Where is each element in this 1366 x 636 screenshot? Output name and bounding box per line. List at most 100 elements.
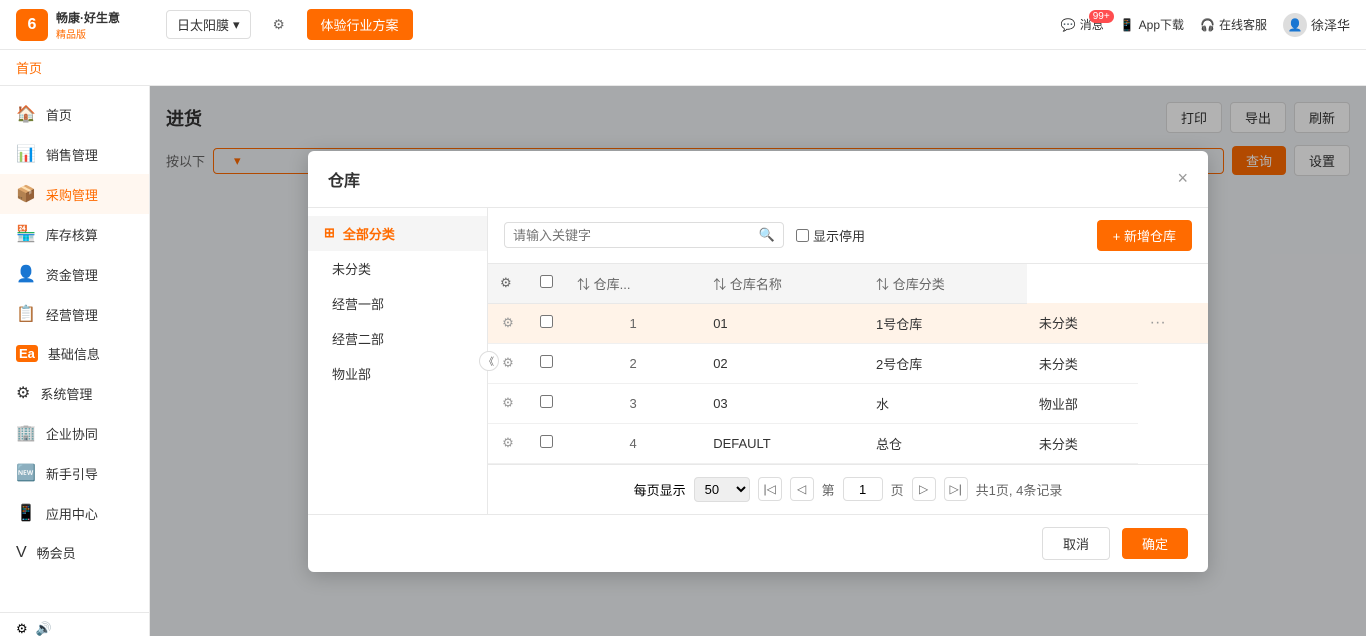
row-num: 1 [565,303,701,343]
page-label: 第 [822,480,835,499]
trial-button[interactable]: 体验行业方案 [307,9,413,40]
message-item[interactable]: 💬 消息 99+ [1061,16,1104,33]
col-checkbox [528,264,565,304]
pagination: 每页显示 50 100 |◁ ◁ 第 页 ▷ ▷| [488,464,1208,514]
dialog-overlay: 仓库 × ⊞ 全部分类 《 未分类 [150,86,1366,636]
settings-icon[interactable]: ⚙ [16,621,28,636]
sidebar-item-sales[interactable]: 📊 销售管理 [0,134,149,174]
table-row[interactable]: ⚙ 4 DEFAULT 总仓 未分类 [488,423,1208,463]
table-row[interactable]: ⚙ 2 02 2号仓库 未分类 [488,343,1208,383]
row-checkbox[interactable] [540,355,553,368]
store-selector[interactable]: 日太阳膜 ▾ [166,10,251,39]
show-disabled-label[interactable]: 显示停用 [796,226,865,245]
warehouse-dialog: 仓库 × ⊞ 全部分类 《 未分类 [308,151,1208,572]
sidebar-item-enterprise[interactable]: 🏢 企业协同 [0,413,149,453]
guide-icon: 🆕 [16,463,36,483]
dialog-body: ⊞ 全部分类 《 未分类 经营一部 经营二部 [308,208,1208,514]
home-icon: 🏠 [16,104,36,124]
table-row[interactable]: ⚙ 1 01 1号仓库 未分类 ··· [488,303,1208,343]
row-gear: ⚙ [488,423,528,463]
dialog-close-button[interactable]: × [1177,168,1188,189]
page-label2: 页 [891,480,904,499]
chevron-down-icon: ▾ [233,17,240,33]
row-checkbox[interactable] [540,395,553,408]
volume-icon[interactable]: 🔊 [36,621,52,636]
add-warehouse-button[interactable]: + 新增仓库 [1097,220,1192,251]
message-badge: 99+ [1089,10,1114,23]
dialog-footer: 取消 确定 [308,514,1208,572]
search-icon: 🔍 [759,227,775,243]
category-item-property[interactable]: 物业部 [308,356,487,391]
sidebar-item-guide[interactable]: 🆕 新手引导 [0,453,149,493]
row-code: 03 [701,383,864,423]
header-middle: 日太阳膜 ▾ ⚙ 体验行业方案 [166,9,1061,41]
sidebar-item-inventory[interactable]: 🏪 库存核算 [0,214,149,254]
confirm-button[interactable]: 确定 [1122,528,1188,559]
sidebar-item-operations[interactable]: 📋 经营管理 [0,294,149,334]
row-code: DEFAULT [701,423,864,463]
user-name: 徐泽华 [1311,15,1350,34]
cancel-button[interactable]: 取消 [1042,527,1110,560]
right-toolbar: 🔍 显示停用 + 新增仓库 [488,208,1208,264]
row-num: 2 [565,343,701,383]
row-name: 总仓 [864,423,1027,463]
basic-info-icon: Ea [16,345,38,362]
warehouse-table: ⚙ ⇅ 仓库... [488,264,1208,464]
row-category: 物业部 [1027,383,1138,423]
sub-header: 首页 [0,50,1366,86]
sidebar-item-purchase[interactable]: 📦 采购管理 [0,174,149,214]
sidebar-item-app[interactable]: 📱 应用中心 [0,493,149,533]
sidebar-item-basic-info[interactable]: Ea 基础信息 [0,334,149,373]
search-input[interactable] [513,228,759,243]
store-name: 日太阳膜 [177,15,229,34]
col-gear: ⚙ [488,264,528,304]
row-checkbox-cell [528,383,565,423]
service-item[interactable]: 🎧 在线客服 [1200,16,1267,33]
page-total-info: 共1页, 4条记录 [976,480,1063,499]
row-gear: ⚙ [488,303,528,343]
sales-icon: 📊 [16,144,36,164]
row-category: 未分类 [1027,303,1138,343]
sort-icon-cat: ⇅ [876,277,889,292]
per-page-label: 每页显示 [634,480,686,499]
dialog-header: 仓库 × [308,151,1208,208]
last-page-btn[interactable]: ▷| [944,477,968,501]
all-category-header[interactable]: ⊞ 全部分类 [308,216,487,251]
phone-icon: 📱 [1120,18,1135,32]
breadcrumb-home[interactable]: 首页 [16,61,42,76]
col-category: ⇅ 仓库分类 [864,264,1027,304]
next-page-btn[interactable]: ▷ [912,477,936,501]
first-page-btn[interactable]: |◁ [758,477,782,501]
gear-col-icon: ⚙ [500,275,512,290]
settings-icon-btn[interactable]: ⚙ [263,9,295,41]
row-checkbox[interactable] [540,315,553,328]
sidebar-item-finance[interactable]: 👤 资金管理 [0,254,149,294]
category-item-dept2[interactable]: 经营二部 [308,321,487,356]
show-disabled-checkbox[interactable] [796,229,809,242]
row-checkbox-cell [528,423,565,463]
user-item[interactable]: 👤 徐泽华 [1283,13,1350,37]
row-checkbox[interactable] [540,435,553,448]
category-item-dept1[interactable]: 经营一部 [308,286,487,321]
row-category: 未分类 [1027,423,1138,463]
logo-area: 6 畅康·好生意 精品版 [16,9,166,41]
vip-icon: V [16,544,27,562]
row-num: 3 [565,383,701,423]
page-number-input[interactable] [843,477,883,501]
all-category-label: 全部分类 [343,224,395,243]
table-row[interactable]: ⚙ 3 03 水 物业部 [488,383,1208,423]
prev-page-btn[interactable]: ◁ [790,477,814,501]
app-download-item[interactable]: 📱 App下载 [1120,16,1184,33]
select-all-checkbox[interactable] [540,275,553,288]
sidebar: 🏠 首页 📊 销售管理 📦 采购管理 🏪 库存核算 👤 资金管理 📋 经营管理 … [0,86,150,636]
collapse-button[interactable]: 《 [479,351,499,371]
sidebar-item-vip[interactable]: V 畅会员 [0,533,149,572]
per-page-select[interactable]: 50 100 [694,477,750,502]
sidebar-item-system[interactable]: ⚙ 系统管理 [0,373,149,413]
grid-icon: ⊞ [324,225,335,241]
row-name: 1号仓库 [864,303,1027,343]
row-checkbox-cell [528,343,565,383]
sidebar-item-home[interactable]: 🏠 首页 [0,94,149,134]
category-item-uncategorized[interactable]: 未分类 [308,251,487,286]
search-box: 🔍 [504,222,784,248]
